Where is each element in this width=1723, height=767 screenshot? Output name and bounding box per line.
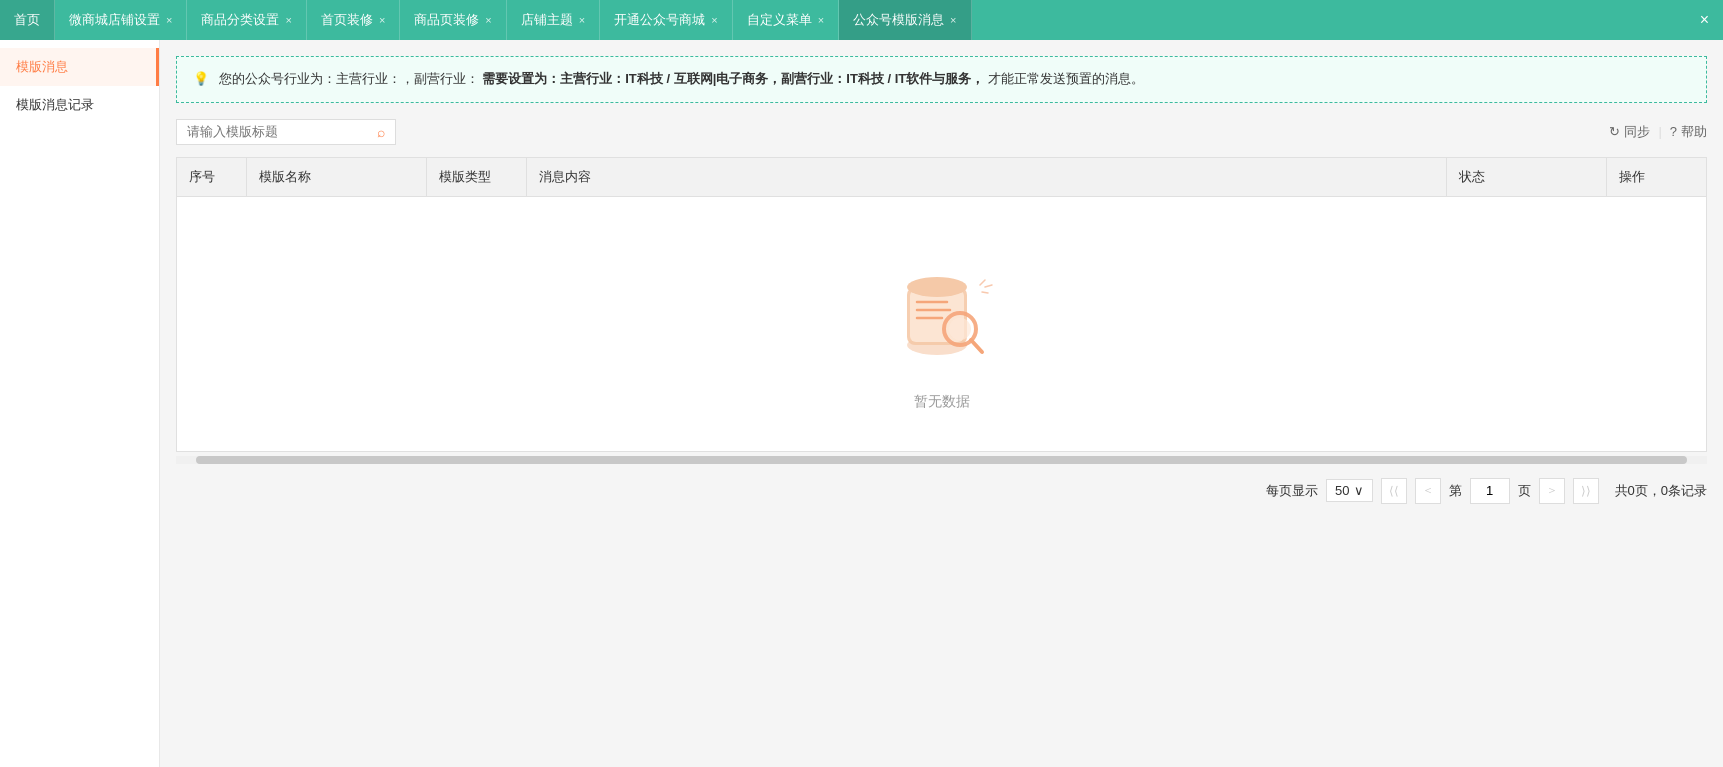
nav-tab-product-category[interactable]: 商品分类设置 × bbox=[187, 0, 306, 40]
col-header-seq: 序号 bbox=[177, 157, 247, 196]
nav-tab-home-label: 首页 bbox=[14, 11, 40, 29]
nav-tab-open-shop[interactable]: 开通公众号商城 × bbox=[600, 0, 732, 40]
data-table: 序号 模版名称 模版类型 消息内容 状态 操作 bbox=[176, 157, 1707, 452]
page-label-unit: 页 bbox=[1518, 482, 1531, 500]
close-icon[interactable]: × bbox=[818, 14, 824, 26]
table-header-row: 序号 模版名称 模版类型 消息内容 状态 操作 bbox=[177, 157, 1707, 196]
notice-box: 💡 您的公众号行业为：主营行业：，副营行业： 需要设置为：主营行业：IT科技 /… bbox=[176, 56, 1707, 103]
svg-point-8 bbox=[949, 318, 971, 340]
help-button[interactable]: ? 帮助 bbox=[1670, 123, 1707, 141]
empty-illustration bbox=[882, 257, 1002, 377]
nav-tab-custom-menu[interactable]: 自定义菜单 × bbox=[733, 0, 839, 40]
nav-tab-micro-shop[interactable]: 微商城店铺设置 × bbox=[55, 0, 187, 40]
close-icon[interactable]: × bbox=[285, 14, 291, 26]
page-size-label: 每页显示 bbox=[1266, 482, 1318, 500]
nav-tab-home[interactable]: 首页 bbox=[0, 0, 55, 40]
help-icon: ? bbox=[1670, 124, 1677, 139]
svg-line-11 bbox=[985, 285, 992, 287]
empty-text: 暂无数据 bbox=[177, 393, 1706, 411]
notice-highlight: 需要设置为：主营行业：IT科技 / 互联网|电子商务，副营行业：IT科技 / I… bbox=[482, 71, 984, 86]
notice-icon: 💡 bbox=[193, 71, 209, 86]
svg-line-10 bbox=[980, 280, 985, 285]
page-number-input[interactable] bbox=[1470, 478, 1510, 504]
sync-button[interactable]: ↻ 同步 bbox=[1609, 123, 1650, 141]
nav-tab-product-page-label: 商品页装修 bbox=[414, 11, 479, 29]
page-label-first: 第 bbox=[1449, 482, 1462, 500]
col-header-action: 操作 bbox=[1607, 157, 1707, 196]
nav-tab-micro-shop-label: 微商城店铺设置 bbox=[69, 11, 160, 29]
close-all-button[interactable]: × bbox=[1686, 0, 1723, 40]
nav-tab-template-msg-label: 公众号模版消息 bbox=[853, 11, 944, 29]
col-header-content: 消息内容 bbox=[527, 157, 1447, 196]
sync-label: 同步 bbox=[1624, 123, 1650, 141]
next-page-button[interactable]: ＞ bbox=[1539, 478, 1565, 504]
close-icon[interactable]: × bbox=[579, 14, 585, 26]
first-page-button[interactable]: ⟨⟨ bbox=[1381, 478, 1407, 504]
search-icon[interactable]: ⌕ bbox=[377, 124, 385, 140]
nav-tab-shop-theme[interactable]: 店铺主题 × bbox=[507, 0, 600, 40]
toolbar-divider: | bbox=[1658, 124, 1661, 139]
scrollbar-area[interactable] bbox=[176, 456, 1707, 464]
content-area: 💡 您的公众号行业为：主营行业：，副营行业： 需要设置为：主营行业：IT科技 /… bbox=[160, 40, 1723, 767]
svg-line-9 bbox=[971, 340, 982, 352]
col-header-type: 模版类型 bbox=[427, 157, 527, 196]
toolbar: ⌕ ↻ 同步 | ? 帮助 bbox=[176, 119, 1707, 145]
toolbar-right: ↻ 同步 | ? 帮助 bbox=[1609, 123, 1707, 141]
nav-tab-open-shop-label: 开通公众号商城 bbox=[614, 11, 705, 29]
close-icon[interactable]: × bbox=[711, 14, 717, 26]
nav-tab-custom-menu-label: 自定义菜单 bbox=[747, 11, 812, 29]
close-icon[interactable]: × bbox=[166, 14, 172, 26]
page-size-value: 50 bbox=[1335, 483, 1349, 498]
empty-state-row: 暂无数据 bbox=[177, 196, 1707, 451]
page-size-select[interactable]: 50 ∨ bbox=[1326, 479, 1372, 502]
sync-icon: ↻ bbox=[1609, 124, 1620, 139]
sidebar-item-template-record[interactable]: 模版消息记录 bbox=[0, 86, 159, 124]
scrollbar-thumb[interactable] bbox=[196, 456, 1687, 464]
top-nav: 首页 微商城店铺设置 × 商品分类设置 × 首页装修 × 商品页装修 × 店铺主… bbox=[0, 0, 1723, 40]
nav-tab-home-decor[interactable]: 首页装修 × bbox=[307, 0, 400, 40]
total-info: 共0页，0条记录 bbox=[1615, 482, 1707, 500]
search-input[interactable] bbox=[187, 124, 377, 139]
notice-suffix: 才能正常发送预置的消息。 bbox=[988, 71, 1144, 86]
svg-line-12 bbox=[982, 292, 988, 293]
chevron-down-icon: ∨ bbox=[1354, 483, 1364, 498]
close-all-icon: × bbox=[1700, 11, 1709, 29]
nav-tab-shop-theme-label: 店铺主题 bbox=[521, 11, 573, 29]
nav-tab-product-page[interactable]: 商品页装修 × bbox=[400, 0, 506, 40]
nav-tab-template-msg[interactable]: 公众号模版消息 × bbox=[839, 0, 971, 40]
close-icon[interactable]: × bbox=[950, 14, 956, 26]
col-header-status: 状态 bbox=[1447, 157, 1607, 196]
close-icon[interactable]: × bbox=[485, 14, 491, 26]
svg-point-6 bbox=[907, 277, 967, 297]
nav-tab-product-category-label: 商品分类设置 bbox=[201, 11, 279, 29]
help-label: 帮助 bbox=[1681, 123, 1707, 141]
main-layout: 模版消息 模版消息记录 💡 您的公众号行业为：主营行业：，副营行业： 需要设置为… bbox=[0, 40, 1723, 767]
close-icon[interactable]: × bbox=[379, 14, 385, 26]
empty-state: 暂无数据 bbox=[177, 197, 1706, 451]
notice-prefix: 您的公众号行业为：主营行业：，副营行业： bbox=[219, 71, 479, 86]
sidebar-item-template-msg-label: 模版消息 bbox=[16, 59, 68, 74]
nav-tab-home-decor-label: 首页装修 bbox=[321, 11, 373, 29]
prev-page-button[interactable]: ＜ bbox=[1415, 478, 1441, 504]
sidebar-item-template-msg[interactable]: 模版消息 bbox=[0, 48, 159, 86]
search-box[interactable]: ⌕ bbox=[176, 119, 396, 145]
last-page-button[interactable]: ⟩⟩ bbox=[1573, 478, 1599, 504]
pagination: 每页显示 50 ∨ ⟨⟨ ＜ 第 页 ＞ ⟩⟩ 共0页，0条记录 bbox=[176, 468, 1707, 514]
sidebar: 模版消息 模版消息记录 bbox=[0, 40, 160, 767]
sidebar-item-template-record-label: 模版消息记录 bbox=[16, 97, 94, 112]
col-header-name: 模版名称 bbox=[247, 157, 427, 196]
